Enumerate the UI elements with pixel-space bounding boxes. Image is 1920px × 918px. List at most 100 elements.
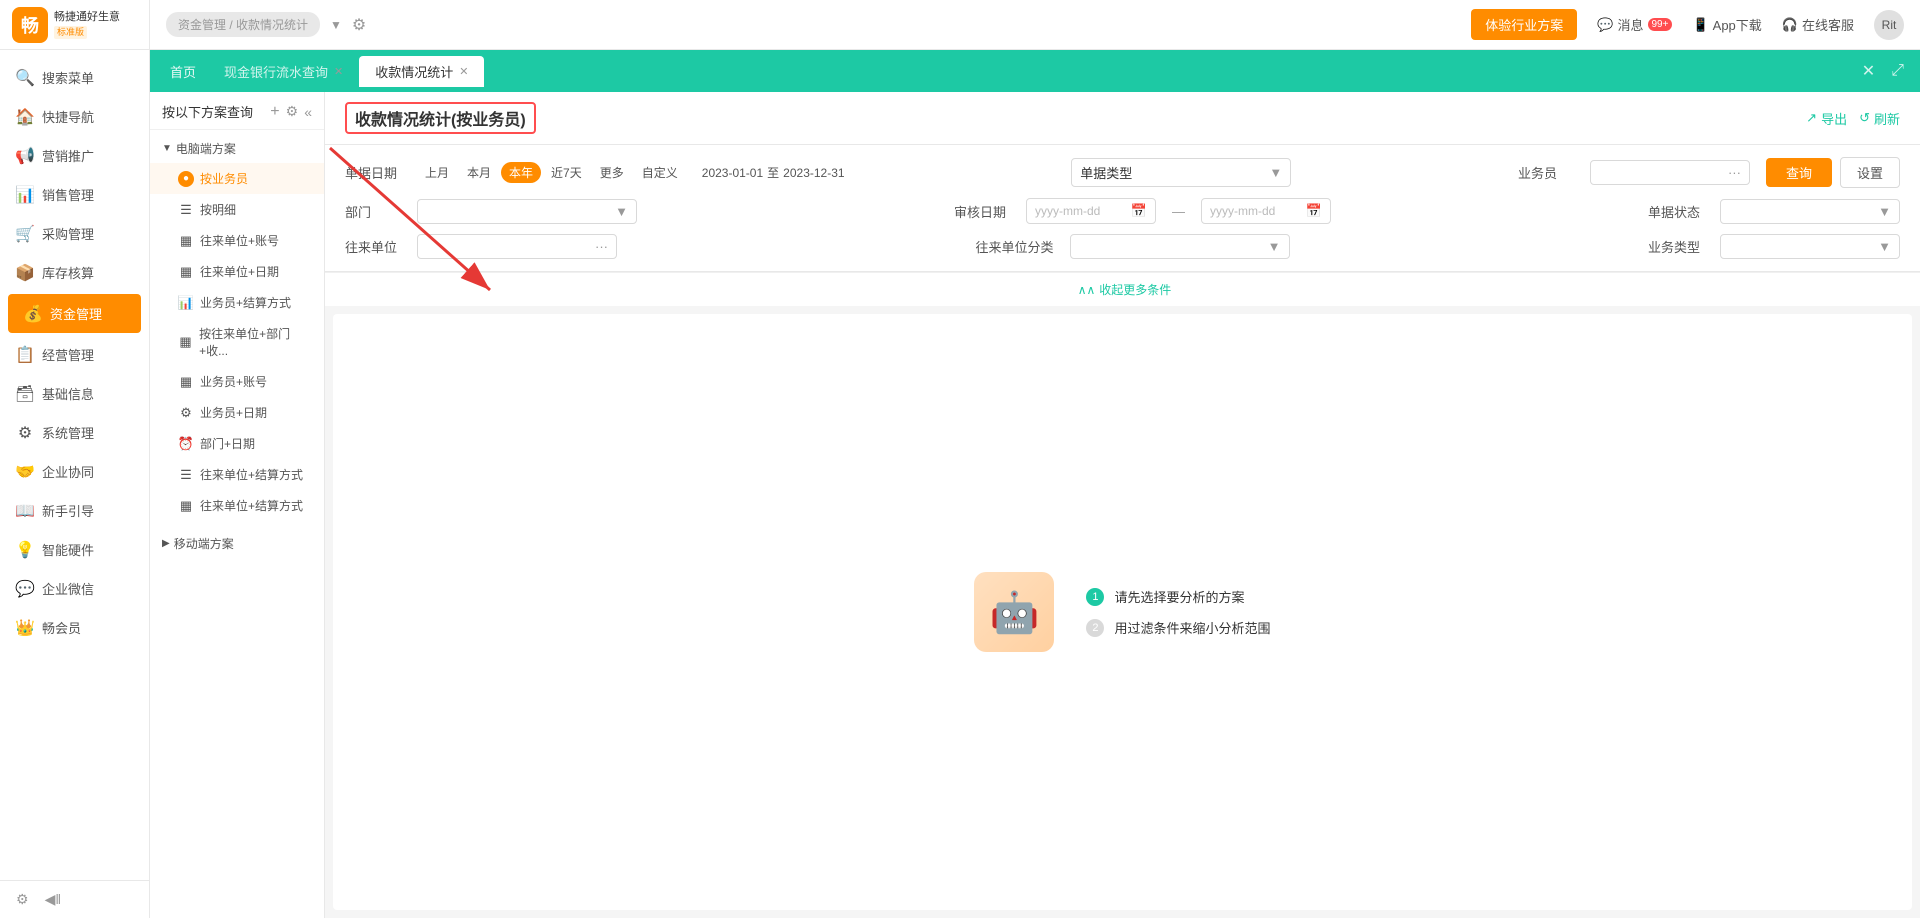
partner-account-icon: ▦ — [178, 233, 194, 249]
sidebar-item-marketing[interactable]: 📢 营销推广 — [0, 136, 149, 175]
scheme-collapse-icon[interactable]: « — [304, 104, 312, 120]
logo-text: 畅捷通好生意 标准版 — [54, 10, 120, 40]
sidebar-item-label: 企业协同 — [42, 462, 94, 481]
scheme-item-partner-settle1[interactable]: ☰ 往来单位+结算方式 — [150, 459, 324, 490]
date-label: 单据日期 — [345, 163, 401, 182]
date-tab-more[interactable]: 更多 — [592, 162, 632, 183]
sidebar-item-quicknav[interactable]: 🏠 快捷导航 — [0, 97, 149, 136]
tab-maximize[interactable]: ⤢ — [1883, 62, 1912, 80]
tab-bank-flow-close[interactable]: ✕ — [334, 65, 343, 78]
business-type-select[interactable]: ▼ — [1720, 234, 1900, 259]
date-tab-thismonth[interactable]: 本月 — [459, 162, 499, 183]
scheme-item-label: 按业务员 — [200, 170, 248, 187]
export-btn[interactable]: ↗ 导出 — [1806, 109, 1847, 128]
mobile-group-arrow-icon: ▶ — [162, 538, 170, 549]
app-download-area[interactable]: 📱 App下载 — [1692, 15, 1761, 34]
scheme-item-partner-date[interactable]: ▦ 往来单位+日期 — [150, 256, 324, 287]
sidebar-nav: 🔍 搜索菜单 🏠 快捷导航 📢 营销推广 📊 销售管理 🛒 采购管理 📦 库存核… — [0, 50, 149, 880]
date-tab-lastmonth[interactable]: 上月 — [417, 162, 457, 183]
tab-receipt-stats-close[interactable]: ✕ — [459, 65, 468, 78]
sidebar-item-guide[interactable]: 📖 新手引导 — [0, 491, 149, 530]
trial-button[interactable]: 体验行业方案 — [1471, 9, 1577, 40]
online-service-area[interactable]: 🎧 在线客服 — [1782, 15, 1854, 34]
tab-home[interactable]: 首页 — [158, 56, 208, 87]
refresh-label: 刷新 — [1874, 109, 1900, 128]
sidebar-item-enterprise[interactable]: 🤝 企业协同 — [0, 452, 149, 491]
scheme-item-staff-date[interactable]: ⚙ 业务员+日期 — [150, 397, 324, 428]
date-tab-thisyear[interactable]: 本年 — [501, 162, 541, 183]
add-scheme-icon[interactable]: + — [270, 103, 279, 121]
bill-type-select[interactable]: 单据类型 ▼ — [1071, 158, 1291, 187]
scheme-item-staff-settle[interactable]: 📊 业务员+结算方式 — [150, 287, 324, 318]
sidebar-item-inventory[interactable]: 📦 库存核算 — [0, 253, 149, 292]
bill-type-label: 单据类型 — [1080, 163, 1132, 182]
collapse-bar[interactable]: ∧∧ 收起更多条件 — [325, 272, 1920, 306]
sidebar-item-sales[interactable]: 📊 销售管理 — [0, 175, 149, 214]
scheme-item-partner-settle2[interactable]: ▦ 往来单位+结算方式 — [150, 490, 324, 521]
sidebar-item-system[interactable]: ⚙ 系统管理 — [0, 413, 149, 452]
scheme-item-partner-account[interactable]: ▦ 往来单位+账号 — [150, 225, 324, 256]
query-button[interactable]: 查询 — [1766, 158, 1832, 187]
tab-close-all[interactable]: ✕ — [1854, 61, 1883, 81]
filter-row-2: 部门 ▼ 审核日期 yyyy-mm-dd 📅 — yyyy-mm-dd 📅 — [345, 198, 1900, 224]
refresh-btn[interactable]: ↺ 刷新 — [1859, 109, 1900, 128]
audit-date-from[interactable]: yyyy-mm-dd 📅 — [1026, 198, 1156, 224]
collapse-chevron-icon: ∧∧ — [1078, 283, 1096, 297]
scheme-group-mobile-title[interactable]: ▶ 移动端方案 — [150, 529, 324, 558]
date-tab-custom[interactable]: 自定义 — [634, 162, 686, 183]
sidebar-item-member[interactable]: 👑 畅会员 — [0, 608, 149, 647]
sidebar-item-search[interactable]: 🔍 搜索菜单 — [0, 58, 149, 97]
user-avatar[interactable]: Rit — [1874, 10, 1904, 40]
calendar-icon: 📅 — [1131, 203, 1147, 219]
sidebar-item-label: 畅会员 — [42, 618, 81, 637]
sidebar-settings-btn[interactable]: ⚙ — [16, 891, 29, 908]
sidebar-item-label: 资金管理 — [50, 304, 102, 323]
sidebar-collapse-btn[interactable]: ◀‖ — [45, 891, 62, 908]
partner-more-icon: ··· — [595, 239, 608, 254]
settings-button[interactable]: 设置 — [1840, 157, 1900, 188]
sidebar-item-smarthw[interactable]: 💡 智能硬件 — [0, 530, 149, 569]
basic-icon: 🗃 — [16, 385, 34, 403]
sidebar-item-label: 企业微信 — [42, 579, 94, 598]
phone-icon: 📱 — [1692, 17, 1708, 33]
sidebar-item-operation[interactable]: 📋 经营管理 — [0, 335, 149, 374]
scheme-item-dept-date[interactable]: ⏰ 部门+日期 — [150, 428, 324, 459]
gear-icon[interactable]: ⚙ — [352, 15, 366, 35]
system-icon: ⚙ — [16, 424, 34, 442]
sidebar-item-label: 基础信息 — [42, 384, 94, 403]
tab-bank-flow[interactable]: 现金银行流水查询 ✕ — [208, 56, 359, 87]
tab-receipt-stats[interactable]: 收款情况统计 ✕ — [359, 56, 484, 87]
dropdown-icon[interactable]: ▼ — [330, 18, 342, 32]
scheme-item-staff-account[interactable]: ▦ 业务员+账号 — [150, 366, 324, 397]
scheme-group-desktop-title[interactable]: ▼ 电脑端方案 — [150, 134, 324, 163]
scheme-group-mobile: ▶ 移动端方案 — [150, 525, 324, 562]
scheme-item-label: 业务员+账号 — [200, 373, 267, 390]
audit-date-to[interactable]: yyyy-mm-dd 📅 — [1201, 198, 1331, 224]
scheme-item-by-staff[interactable]: ● 按业务员 — [150, 163, 324, 194]
bill-type-arrow-icon: ▼ — [1269, 165, 1282, 180]
avatar-text: Rit — [1882, 18, 1897, 32]
date-tabs: 上月 本月 本年 近7天 更多 自定义 — [417, 162, 686, 183]
hint-item-2: 2 用过滤条件来缩小分析范围 — [1086, 618, 1270, 637]
message-area[interactable]: 💬 消息 99+ — [1597, 15, 1672, 34]
sidebar-item-wechat[interactable]: 💬 企业微信 — [0, 569, 149, 608]
dept-select[interactable]: ▼ — [417, 199, 637, 224]
left-panel-header: 按以下方案查询 + ⚙ « — [150, 92, 324, 130]
partner-category-select[interactable]: ▼ — [1070, 234, 1290, 259]
scheme-settings-icon[interactable]: ⚙ — [286, 103, 299, 120]
date-tab-7days[interactable]: 近7天 — [543, 162, 590, 183]
staff-date-icon: ⚙ — [178, 405, 194, 421]
main-area: 资金管理 / 收款情况统计 ▼ ⚙ 体验行业方案 💬 消息 99+ 📱 App下… — [150, 0, 1920, 918]
sidebar-item-basic[interactable]: 🗃 基础信息 — [0, 374, 149, 413]
partner-date-icon: ▦ — [178, 264, 194, 280]
purchase-icon: 🛒 — [16, 225, 34, 243]
partner-input[interactable]: ··· — [417, 234, 617, 259]
bill-status-select[interactable]: ▼ — [1720, 199, 1900, 224]
sidebar-item-purchase[interactable]: 🛒 采购管理 — [0, 214, 149, 253]
scheme-item-partner-dept-recv[interactable]: ▦ 按往来单位+部门+收... — [150, 318, 324, 366]
scheme-item-label: 往来单位+结算方式 — [200, 466, 303, 483]
staff-input[interactable]: ··· — [1590, 160, 1750, 185]
sidebar-item-fund[interactable]: 💰 资金管理 — [8, 294, 141, 333]
scheme-item-by-detail[interactable]: ☰ 按明细 — [150, 194, 324, 225]
header-right: 体验行业方案 💬 消息 99+ 📱 App下载 🎧 在线客服 Rit — [1471, 9, 1904, 40]
